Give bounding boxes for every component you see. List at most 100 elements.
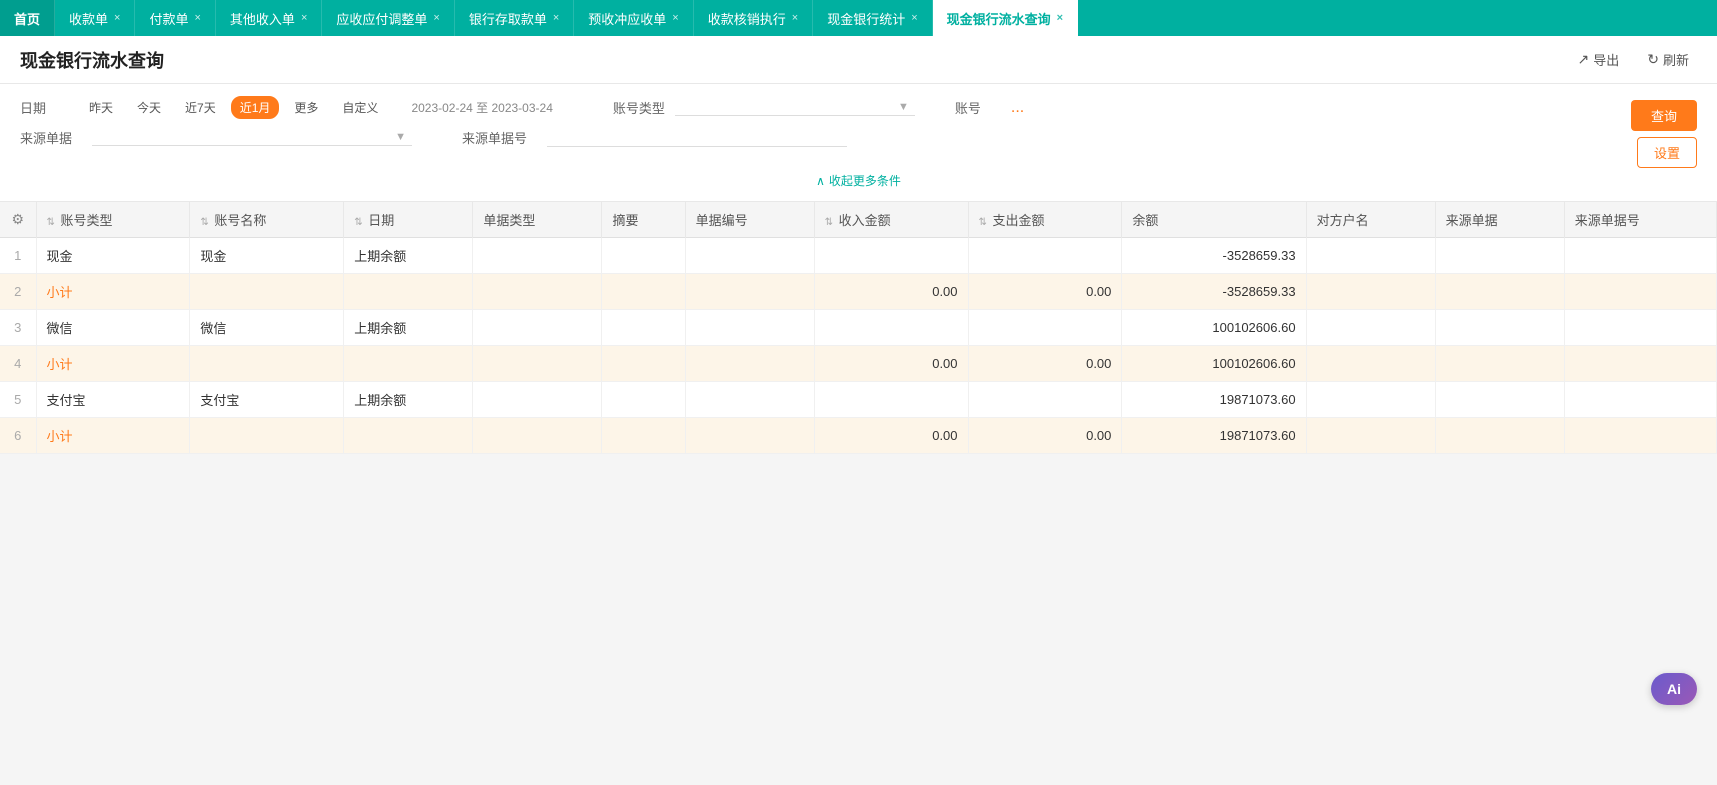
refresh-button[interactable]: ↻ 刷新 (1639, 46, 1697, 73)
cell-source-voucher (1435, 418, 1564, 454)
close-icon[interactable]: × (672, 12, 678, 24)
col-balance: 余额 (1122, 202, 1306, 238)
date-btn-more[interactable]: 更多 (285, 96, 327, 119)
col-account-type: ⇅ 账号类型 (36, 202, 190, 238)
close-icon[interactable]: × (553, 12, 559, 24)
source-voucher-select[interactable]: ▼ (92, 129, 412, 146)
cell-balance: 100102606.60 (1122, 346, 1306, 382)
table-row: 1现金现金上期余额-3528659.33 (0, 238, 1717, 274)
account-type-select[interactable]: ▼ (675, 99, 915, 116)
sort-icon[interactable]: ⇅ (200, 217, 208, 228)
filter-row-source: 来源单据 ▼ 来源单据号 (20, 127, 1611, 147)
table-row: 6小计0.000.0019871073.60 (0, 418, 1717, 454)
close-icon[interactable]: × (301, 12, 307, 24)
table-row: 5支付宝支付宝上期余额19871073.60 (0, 382, 1717, 418)
close-icon[interactable]: × (114, 12, 120, 24)
close-icon[interactable]: × (911, 12, 917, 24)
settings-button[interactable]: 设置 (1637, 137, 1697, 168)
date-range-text: 2023-02-24 至 2023-03-24 (411, 99, 552, 116)
nav-tab-prepay[interactable]: 预收冲应收单 × (574, 0, 693, 36)
cell-voucher-no (685, 382, 814, 418)
cell-voucher-no (685, 418, 814, 454)
date-btn-today[interactable]: 今天 (128, 96, 170, 119)
close-icon[interactable]: × (194, 12, 200, 24)
close-icon[interactable]: × (433, 12, 439, 24)
cell-voucher-type (473, 310, 602, 346)
cell-account-name: 微信 (190, 310, 344, 346)
col-expense: ⇅ 支出金额 (968, 202, 1122, 238)
date-filter-label: 日期 (20, 98, 60, 117)
close-icon[interactable]: × (792, 12, 798, 24)
source-voucher-no-label: 来源单据号 (462, 128, 527, 147)
col-gear[interactable]: ⚙ (0, 202, 36, 238)
nav-tab-bank-stats[interactable]: 现金银行统计 × (813, 0, 932, 36)
date-btn-7days[interactable]: 近7天 (176, 96, 225, 119)
cell-summary (602, 274, 685, 310)
cell-account-type: 微信 (36, 310, 190, 346)
col-account-name: ⇅ 账号名称 (190, 202, 344, 238)
cell-income: 0.00 (814, 274, 968, 310)
collapse-arrow-icon: ∧ (816, 174, 825, 188)
nav-tab-cashflow-query[interactable]: 现金银行流水查询 × (933, 0, 1078, 36)
account-label: 账号 (955, 98, 995, 117)
export-button[interactable]: ↗ 导出 (1570, 46, 1628, 73)
date-btn-1month[interactable]: 近1月 (231, 96, 280, 119)
gear-icon[interactable]: ⚙ (11, 211, 24, 227)
cell-expense: 0.00 (968, 346, 1122, 382)
nav-home[interactable]: 首页 (0, 0, 55, 36)
nav-tab-other-income[interactable]: 其他收入单 × (216, 0, 322, 36)
cell-voucher-type (473, 382, 602, 418)
cell-source-voucher-no (1564, 418, 1716, 454)
cell-account-name (190, 418, 344, 454)
table-row: 4小计0.000.00100102606.60 (0, 346, 1717, 382)
cell-date (344, 274, 473, 310)
filter-area: 日期 昨天 今天 近7天 近1月 更多 自定义 2023-02-24 至 202… (0, 84, 1717, 202)
cell-source-voucher (1435, 238, 1564, 274)
cell-account-type: 支付宝 (36, 382, 190, 418)
cell-summary (602, 310, 685, 346)
cell-source-voucher (1435, 346, 1564, 382)
nav-tab-payment[interactable]: 付款单 × (135, 0, 215, 36)
nav-tab-receipt[interactable]: 收款单 × (55, 0, 135, 36)
cell-income: 0.00 (814, 418, 968, 454)
date-btn-custom[interactable]: 自定义 (333, 96, 387, 119)
cell-voucher-type (473, 238, 602, 274)
sort-icon[interactable]: ⇅ (354, 217, 362, 228)
date-btn-yesterday[interactable]: 昨天 (80, 96, 122, 119)
data-table-container: ⚙ ⇅ 账号类型 ⇅ 账号名称 ⇅ 日期 单据类型 摘要 (0, 202, 1717, 454)
row-number: 2 (0, 274, 36, 310)
close-icon[interactable]: × (1057, 12, 1063, 24)
row-number: 6 (0, 418, 36, 454)
nav-tab-adjust[interactable]: 应收应付调整单 × (322, 0, 454, 36)
cell-voucher-type (473, 346, 602, 382)
cell-source-voucher (1435, 382, 1564, 418)
chevron-down-icon: ▼ (898, 101, 909, 113)
query-button[interactable]: 查询 (1631, 100, 1697, 131)
nav-tab-bank-deposit[interactable]: 银行存取款单 × (455, 0, 574, 36)
cell-source-voucher-no (1564, 346, 1716, 382)
cell-income (814, 382, 968, 418)
account-dots[interactable]: ... (1005, 99, 1030, 117)
source-voucher-no-input[interactable] (547, 127, 847, 147)
table-header-row: ⚙ ⇅ 账号类型 ⇅ 账号名称 ⇅ 日期 单据类型 摘要 (0, 202, 1717, 238)
cell-counterparty (1306, 418, 1435, 454)
nav-tab-collection-exec[interactable]: 收款核销执行 × (694, 0, 813, 36)
cell-date (344, 346, 473, 382)
cell-voucher-type (473, 274, 602, 310)
collapse-bar[interactable]: ∧ 收起更多条件 (20, 168, 1697, 193)
sort-icon[interactable]: ⇅ (825, 217, 833, 228)
account-type-label: 账号类型 (613, 98, 665, 117)
ai-assistant-button[interactable]: Ai (1651, 673, 1697, 705)
cell-expense (968, 382, 1122, 418)
row-number: 5 (0, 382, 36, 418)
sort-icon[interactable]: ⇅ (47, 217, 55, 228)
page-title: 现金银行流水查询 (20, 47, 164, 73)
cell-account-name: 支付宝 (190, 382, 344, 418)
cell-counterparty (1306, 382, 1435, 418)
cell-expense (968, 310, 1122, 346)
cell-voucher-type (473, 418, 602, 454)
sort-icon[interactable]: ⇅ (979, 217, 987, 228)
cell-account-type: 小计 (36, 418, 190, 454)
cell-summary (602, 418, 685, 454)
filter-right-group: 查询 设置 (1631, 96, 1697, 168)
